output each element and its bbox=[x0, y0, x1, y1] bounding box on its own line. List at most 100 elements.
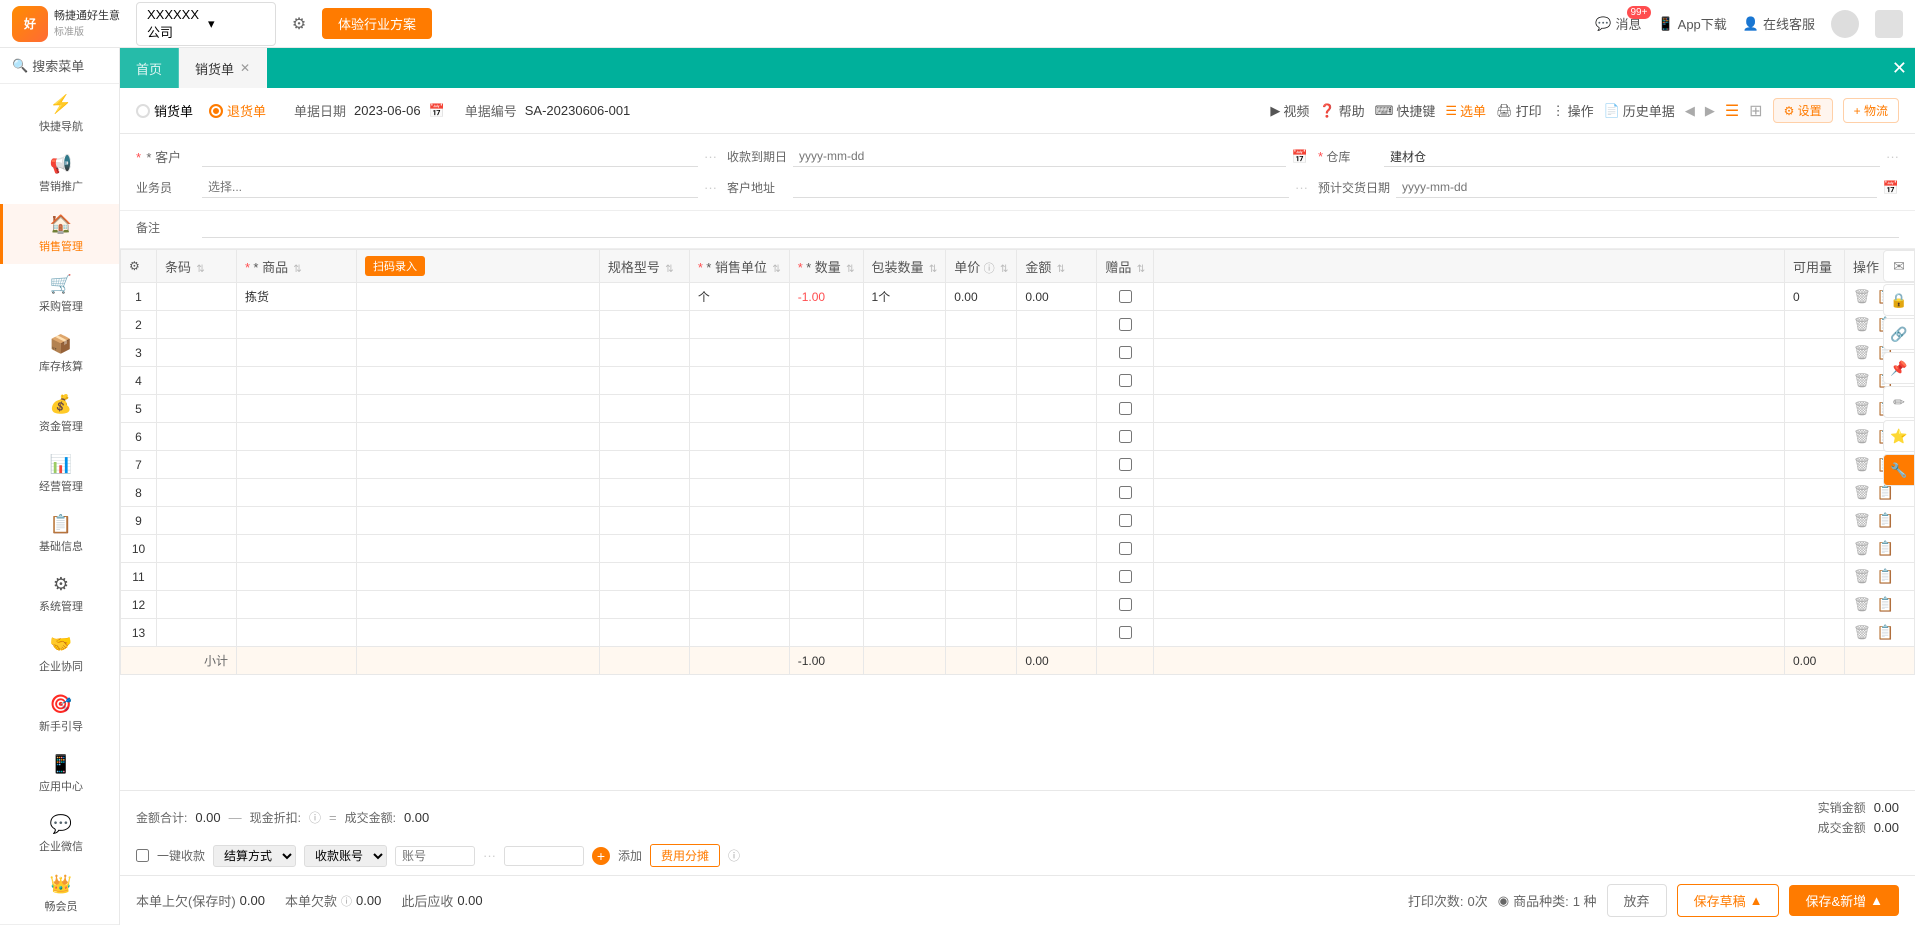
account-more-icon[interactable]: ··· bbox=[483, 848, 496, 863]
row-amount[interactable]: 0.00 bbox=[1017, 283, 1097, 311]
row-product[interactable] bbox=[237, 367, 357, 395]
row-spec[interactable] bbox=[599, 283, 689, 311]
row-price[interactable] bbox=[946, 591, 1017, 619]
barcode-input[interactable] bbox=[165, 374, 228, 388]
payment-amount-input[interactable] bbox=[504, 846, 584, 866]
row-amount[interactable] bbox=[1017, 507, 1097, 535]
salesperson-more-icon[interactable]: ··· bbox=[704, 180, 717, 195]
th-settings[interactable]: ⚙ bbox=[121, 250, 157, 283]
delete-icon[interactable]: 🗑 bbox=[1853, 344, 1871, 361]
fee-split-btn[interactable]: 费用分摊 bbox=[650, 844, 720, 867]
row-price[interactable] bbox=[946, 535, 1017, 563]
row-product[interactable] bbox=[237, 563, 357, 591]
barcode-input[interactable] bbox=[165, 318, 228, 332]
row-qty[interactable] bbox=[789, 339, 863, 367]
row-spec[interactable] bbox=[599, 395, 689, 423]
customer-input[interactable] bbox=[202, 146, 698, 167]
row-barcode[interactable] bbox=[157, 619, 237, 647]
row-amount[interactable] bbox=[1017, 311, 1097, 339]
delete-icon[interactable]: 🗑 bbox=[1853, 400, 1871, 417]
next-icon[interactable]: ▶ bbox=[1705, 103, 1715, 119]
row-spec[interactable] bbox=[599, 535, 689, 563]
copy-icon[interactable]: 📋 bbox=[1877, 568, 1894, 585]
settlement-select[interactable]: 结算方式 bbox=[213, 845, 296, 867]
delete-icon[interactable]: 🗑 bbox=[1853, 428, 1871, 445]
row-spec[interactable] bbox=[599, 619, 689, 647]
delete-icon[interactable]: 🗑 bbox=[1853, 484, 1871, 501]
delete-icon[interactable]: 🗑 bbox=[1853, 624, 1871, 641]
video-link[interactable]: ▶ 视频 bbox=[1270, 101, 1309, 120]
row-product[interactable]: 拣货 bbox=[237, 283, 357, 311]
row-qty[interactable] bbox=[789, 311, 863, 339]
row-pkg-qty[interactable] bbox=[863, 591, 946, 619]
row-unit[interactable] bbox=[689, 339, 789, 367]
row-amount[interactable] bbox=[1017, 423, 1097, 451]
tab-sales-order[interactable]: 销货单 ✕ bbox=[179, 48, 267, 88]
row-barcode[interactable] bbox=[157, 591, 237, 619]
row-amount[interactable] bbox=[1017, 619, 1097, 647]
setting-button[interactable]: ⚙ 设置 bbox=[1773, 98, 1833, 123]
row-barcode[interactable] bbox=[157, 535, 237, 563]
row-unit[interactable] bbox=[689, 507, 789, 535]
row-price[interactable]: 0.00 bbox=[946, 283, 1017, 311]
row-gift[interactable] bbox=[1097, 451, 1154, 479]
barcode-input[interactable] bbox=[165, 570, 228, 584]
doc-owed-info-icon[interactable]: ⓘ bbox=[341, 893, 352, 909]
customer-addr-input[interactable] bbox=[793, 177, 1289, 198]
row-qty[interactable] bbox=[789, 423, 863, 451]
row-spec[interactable] bbox=[599, 507, 689, 535]
row-product[interactable] bbox=[237, 507, 357, 535]
row-qty[interactable] bbox=[789, 507, 863, 535]
row-gift[interactable] bbox=[1097, 563, 1154, 591]
row-product[interactable] bbox=[237, 339, 357, 367]
messages-btn[interactable]: 💬 消息 99+ bbox=[1595, 14, 1641, 33]
row-barcode[interactable] bbox=[157, 311, 237, 339]
row-price[interactable] bbox=[946, 423, 1017, 451]
tab-home[interactable]: 首页 bbox=[120, 48, 179, 88]
barcode-input[interactable] bbox=[165, 290, 228, 304]
row-qty[interactable] bbox=[789, 535, 863, 563]
row-product[interactable] bbox=[237, 311, 357, 339]
sidebar-item-purchase[interactable]: 🛒 采购管理 bbox=[0, 264, 119, 324]
row-qty[interactable]: -1.00 bbox=[789, 283, 863, 311]
logistics-button[interactable]: + 物流 bbox=[1843, 98, 1899, 123]
right-panel-link[interactable]: 🔗 bbox=[1883, 318, 1915, 350]
row-spec[interactable] bbox=[599, 591, 689, 619]
row-unit[interactable] bbox=[689, 591, 789, 619]
delivery-date-input[interactable] bbox=[1396, 177, 1877, 198]
barcode-input[interactable] bbox=[165, 626, 228, 640]
tab-close-all-btn[interactable]: ✕ bbox=[1884, 58, 1915, 79]
avatar[interactable] bbox=[1831, 10, 1859, 38]
row-gift[interactable] bbox=[1097, 591, 1154, 619]
row-product[interactable] bbox=[237, 423, 357, 451]
row-spec[interactable] bbox=[599, 339, 689, 367]
salesperson-input[interactable] bbox=[202, 177, 698, 198]
barcode-input[interactable] bbox=[165, 486, 228, 500]
row-qty[interactable] bbox=[789, 395, 863, 423]
delivery-date-calendar-icon[interactable]: 📅 bbox=[1883, 180, 1899, 196]
shortcut-link[interactable]: ⌨ 快捷键 bbox=[1375, 101, 1436, 120]
gift-checkbox[interactable] bbox=[1119, 402, 1132, 415]
row-qty[interactable] bbox=[789, 591, 863, 619]
barcode-input[interactable] bbox=[165, 402, 228, 416]
barcode-input[interactable] bbox=[165, 346, 228, 360]
row-price[interactable] bbox=[946, 507, 1017, 535]
gift-checkbox[interactable] bbox=[1119, 626, 1132, 639]
barcode-input[interactable] bbox=[165, 542, 228, 556]
row-pkg-qty[interactable] bbox=[863, 311, 946, 339]
warehouse-input[interactable] bbox=[1384, 146, 1880, 167]
row-price[interactable] bbox=[946, 451, 1017, 479]
row-price[interactable] bbox=[946, 479, 1017, 507]
add-payment-btn[interactable]: + bbox=[592, 847, 610, 865]
row-spec[interactable] bbox=[599, 423, 689, 451]
right-panel-edit[interactable]: ✏ bbox=[1883, 386, 1915, 418]
row-gift[interactable] bbox=[1097, 479, 1154, 507]
history-link[interactable]: 📄 历史单据 bbox=[1604, 101, 1675, 120]
sidebar-item-finance[interactable]: 💰 资金管理 bbox=[0, 384, 119, 444]
price-info-icon[interactable]: ⓘ bbox=[984, 263, 995, 275]
sidebar-item-member[interactable]: 👑 畅会员 bbox=[0, 864, 119, 924]
row-price[interactable] bbox=[946, 395, 1017, 423]
prev-icon[interactable]: ◀ bbox=[1685, 103, 1695, 119]
online-service-btn[interactable]: 👤 在线客服 bbox=[1743, 14, 1815, 33]
row-spec[interactable] bbox=[599, 563, 689, 591]
